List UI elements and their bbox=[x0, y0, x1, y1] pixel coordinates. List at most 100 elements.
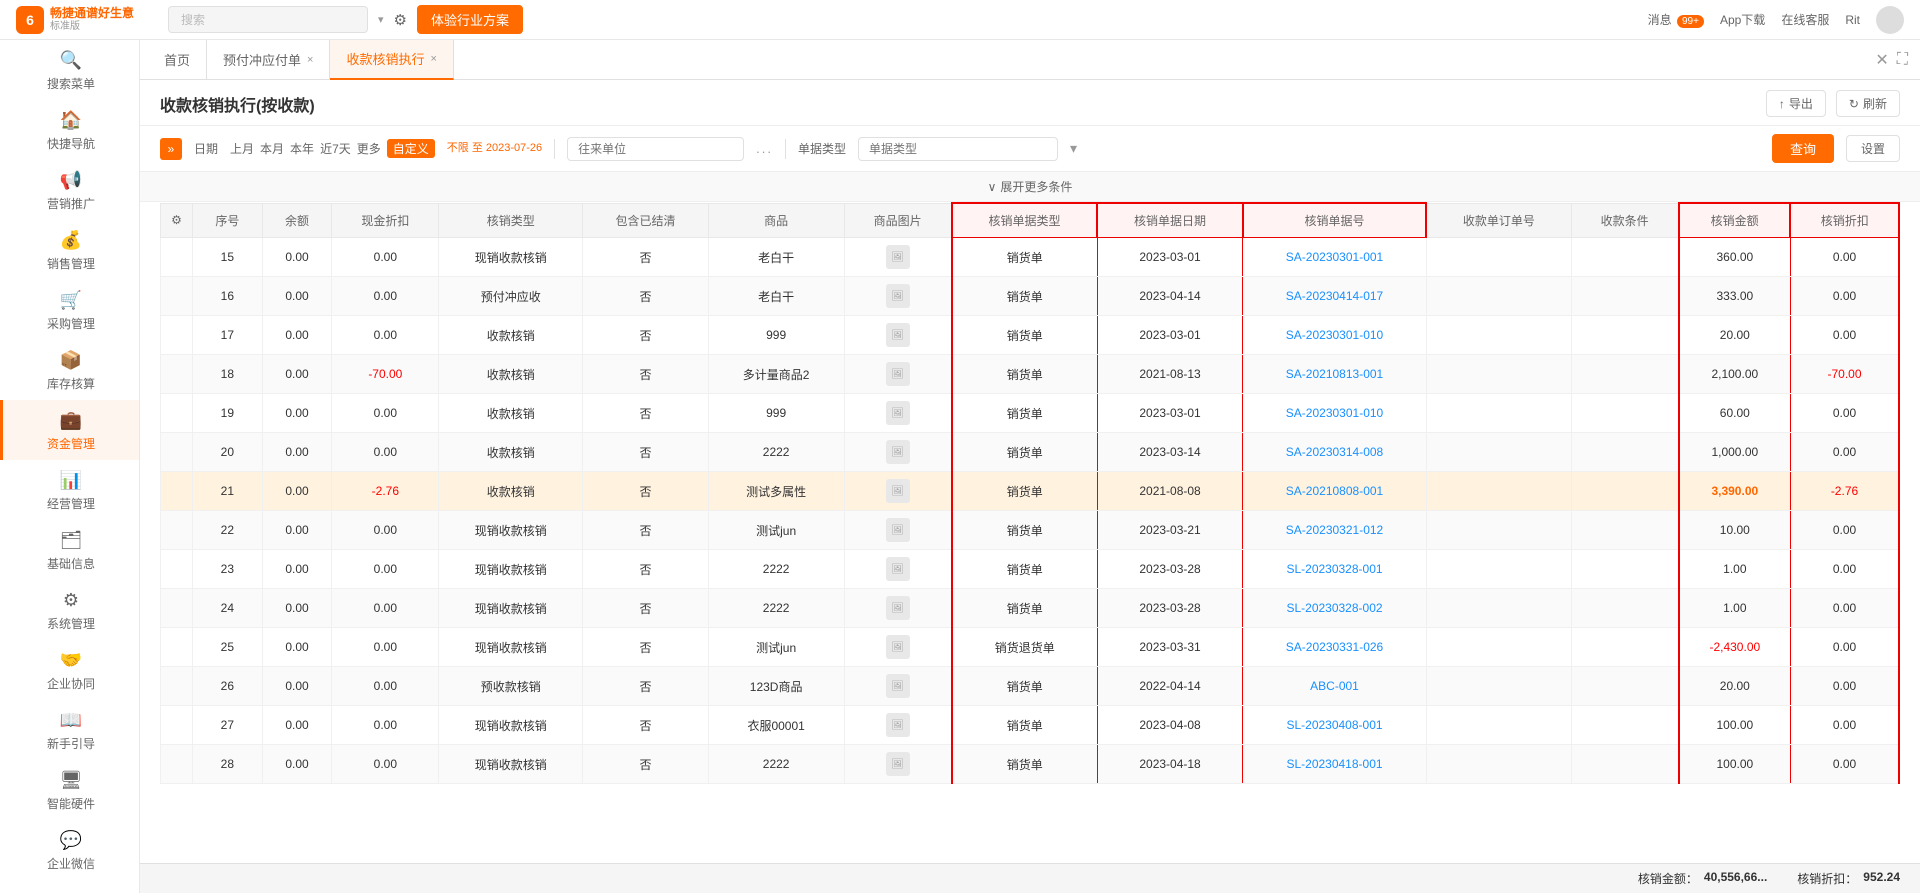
settings-icon[interactable]: ⚙ bbox=[394, 11, 407, 29]
date-custom[interactable]: 自定义 bbox=[387, 139, 435, 158]
bill-no-link[interactable]: SL-20230328-001 bbox=[1286, 562, 1382, 576]
date-more[interactable]: 更多 bbox=[357, 140, 381, 157]
td-bill-no[interactable]: SL-20230328-002 bbox=[1243, 589, 1426, 628]
message-link[interactable]: 消息 99+ bbox=[1648, 11, 1704, 28]
bill-no-link[interactable]: SL-20230328-002 bbox=[1286, 601, 1382, 615]
sidebar-item-finance[interactable]: 💼 资金管理 bbox=[0, 400, 139, 460]
sidebar-item-business[interactable]: 📊 经营管理 bbox=[0, 460, 139, 520]
tab-expand-button[interactable]: ⛶ bbox=[1893, 47, 1912, 73]
user-avatar[interactable] bbox=[1876, 6, 1904, 34]
bill-no-link[interactable]: SA-20230314-008 bbox=[1286, 445, 1383, 459]
sidebar-item-search-menu[interactable]: 🔍 搜索菜单 bbox=[0, 40, 139, 100]
td-included: 否 bbox=[583, 589, 708, 628]
date-this-year[interactable]: 本年 bbox=[290, 140, 314, 157]
bill-no-link[interactable]: SA-20230321-012 bbox=[1286, 523, 1383, 537]
finance-icon: 💼 bbox=[60, 410, 82, 431]
td-bill-no[interactable]: SA-20210808-001 bbox=[1243, 472, 1426, 511]
top-search-box[interactable]: 搜索 bbox=[168, 6, 368, 33]
tab-receipt-verify[interactable]: 收款核销执行 × bbox=[330, 40, 453, 80]
td-icon bbox=[161, 667, 193, 706]
date-range-display: 不限 至 2023-07-26 bbox=[447, 141, 542, 156]
td-verify-discount: 0.00 bbox=[1790, 550, 1899, 589]
refresh-button[interactable]: ↻ 刷新 bbox=[1836, 90, 1900, 117]
td-bill-no[interactable]: ABC-001 bbox=[1243, 667, 1426, 706]
dropdown-icon[interactable]: ▾ bbox=[378, 13, 384, 26]
tab-home-label: 首页 bbox=[164, 50, 190, 69]
td-included: 否 bbox=[583, 394, 708, 433]
sidebar-item-quick-nav[interactable]: 🏠 快捷导航 bbox=[0, 100, 139, 160]
td-bill-no[interactable]: SA-20230301-001 bbox=[1243, 238, 1426, 277]
sidebar-label-corp-collab: 企业协同 bbox=[47, 675, 95, 692]
filter-collapse-button[interactable]: » bbox=[160, 138, 182, 160]
td-bill-no[interactable]: SA-20230301-010 bbox=[1243, 394, 1426, 433]
partner-input[interactable] bbox=[567, 137, 744, 161]
sidebar-item-new-guide[interactable]: 📖 新手引导 bbox=[0, 700, 139, 760]
solution-button[interactable]: 体验行业方案 bbox=[417, 5, 523, 34]
sidebar-item-corp-collab[interactable]: 🤝 企业协同 bbox=[0, 640, 139, 700]
sidebar-item-wechat[interactable]: 💬 企业微信 bbox=[0, 820, 139, 880]
bill-no-link[interactable]: SL-20230408-001 bbox=[1286, 718, 1382, 732]
td-verify-discount: -70.00 bbox=[1790, 355, 1899, 394]
tab-receipt-verify-close[interactable]: × bbox=[430, 53, 436, 65]
bill-no-link[interactable]: ABC-001 bbox=[1310, 679, 1359, 693]
bill-no-link[interactable]: SL-20230418-001 bbox=[1286, 757, 1382, 771]
inventory-icon: 📦 bbox=[60, 350, 82, 371]
sidebar-item-purchase[interactable]: 🛒 采购管理 bbox=[0, 280, 139, 340]
bill-type-dropdown-icon[interactable]: ▾ bbox=[1070, 140, 1077, 157]
expand-more-conditions[interactable]: ∨ 展开更多条件 bbox=[140, 172, 1920, 202]
online-service-link[interactable]: 在线客服 bbox=[1781, 11, 1829, 28]
tab-receipt-verify-label: 收款核销执行 bbox=[346, 49, 424, 68]
sidebar-item-member[interactable]: V 畅会员 bbox=[0, 880, 139, 893]
bill-no-link[interactable]: SA-20230301-010 bbox=[1286, 406, 1383, 420]
date-this-month[interactable]: 本月 bbox=[260, 140, 284, 157]
export-button[interactable]: ↑ 导出 bbox=[1766, 90, 1826, 117]
table-row: 19 0.00 0.00 收款核销 否 999 🖼 销货单 2023-03-01… bbox=[161, 394, 1900, 433]
td-receipt-condition bbox=[1571, 238, 1679, 277]
bill-no-link[interactable]: SA-20210808-001 bbox=[1286, 484, 1383, 498]
app-download-link[interactable]: App下载 bbox=[1720, 11, 1765, 28]
sidebar-item-base-info[interactable]: 🗂 基础信息 bbox=[0, 520, 139, 580]
td-bill-no[interactable]: SA-20230321-012 bbox=[1243, 511, 1426, 550]
td-bill-no[interactable]: SL-20230408-001 bbox=[1243, 706, 1426, 745]
td-seq: 17 bbox=[193, 316, 263, 355]
tab-home[interactable]: 首页 bbox=[148, 40, 207, 80]
td-bill-no[interactable]: SA-20230414-017 bbox=[1243, 277, 1426, 316]
bill-type-input[interactable] bbox=[858, 137, 1058, 161]
sidebar-item-marketing[interactable]: 📢 营销推广 bbox=[0, 160, 139, 220]
th-icon[interactable]: ⚙ bbox=[161, 203, 193, 238]
td-bill-no[interactable]: SA-20230314-008 bbox=[1243, 433, 1426, 472]
td-included: 否 bbox=[583, 745, 708, 784]
query-button[interactable]: 查询 bbox=[1772, 134, 1834, 163]
date-last-month[interactable]: 上月 bbox=[230, 140, 254, 157]
td-icon bbox=[161, 745, 193, 784]
sidebar-item-sales[interactable]: 💰 销售管理 bbox=[0, 220, 139, 280]
td-icon bbox=[161, 433, 193, 472]
td-verify-type: 收款核销 bbox=[439, 433, 583, 472]
td-bill-no[interactable]: SL-20230418-001 bbox=[1243, 745, 1426, 784]
sidebar-item-sys-mgmt[interactable]: ⚙ 系统管理 bbox=[0, 580, 139, 640]
bill-no-link[interactable]: SA-20230301-001 bbox=[1286, 250, 1383, 264]
td-seq: 16 bbox=[193, 277, 263, 316]
td-bill-date: 2022-04-14 bbox=[1097, 667, 1243, 706]
bill-no-link[interactable]: SA-20230331-026 bbox=[1286, 640, 1383, 654]
bill-no-link[interactable]: SA-20230301-010 bbox=[1286, 328, 1383, 342]
sys-mgmt-icon: ⚙ bbox=[63, 590, 79, 611]
sidebar-item-inventory[interactable]: 📦 库存核算 bbox=[0, 340, 139, 400]
bill-no-link[interactable]: SA-20230414-017 bbox=[1286, 289, 1383, 303]
bill-no-link[interactable]: SA-20210813-001 bbox=[1286, 367, 1383, 381]
td-bill-no[interactable]: SA-20230301-010 bbox=[1243, 316, 1426, 355]
tab-close-all-button[interactable]: ✕ bbox=[1871, 46, 1892, 74]
filter-settings-button[interactable]: 设置 bbox=[1846, 135, 1900, 162]
tab-prepay[interactable]: 预付冲应付单 × bbox=[207, 40, 330, 80]
td-bill-no[interactable]: SA-20210813-001 bbox=[1243, 355, 1426, 394]
td-cash-discount: 0.00 bbox=[332, 667, 439, 706]
date-last-7-days[interactable]: 近7天 bbox=[320, 140, 351, 157]
td-receipt-condition bbox=[1571, 433, 1679, 472]
tab-prepay-close[interactable]: × bbox=[307, 54, 313, 66]
td-goods-img: 🖼 bbox=[844, 589, 952, 628]
td-bill-no[interactable]: SA-20230331-026 bbox=[1243, 628, 1426, 667]
sidebar-label-purchase: 采购管理 bbox=[47, 315, 95, 332]
td-bill-no[interactable]: SL-20230328-001 bbox=[1243, 550, 1426, 589]
td-verify-amount: 1,000.00 bbox=[1679, 433, 1791, 472]
sidebar-item-smart-hw[interactable]: 🖥 智能硬件 bbox=[0, 760, 139, 820]
